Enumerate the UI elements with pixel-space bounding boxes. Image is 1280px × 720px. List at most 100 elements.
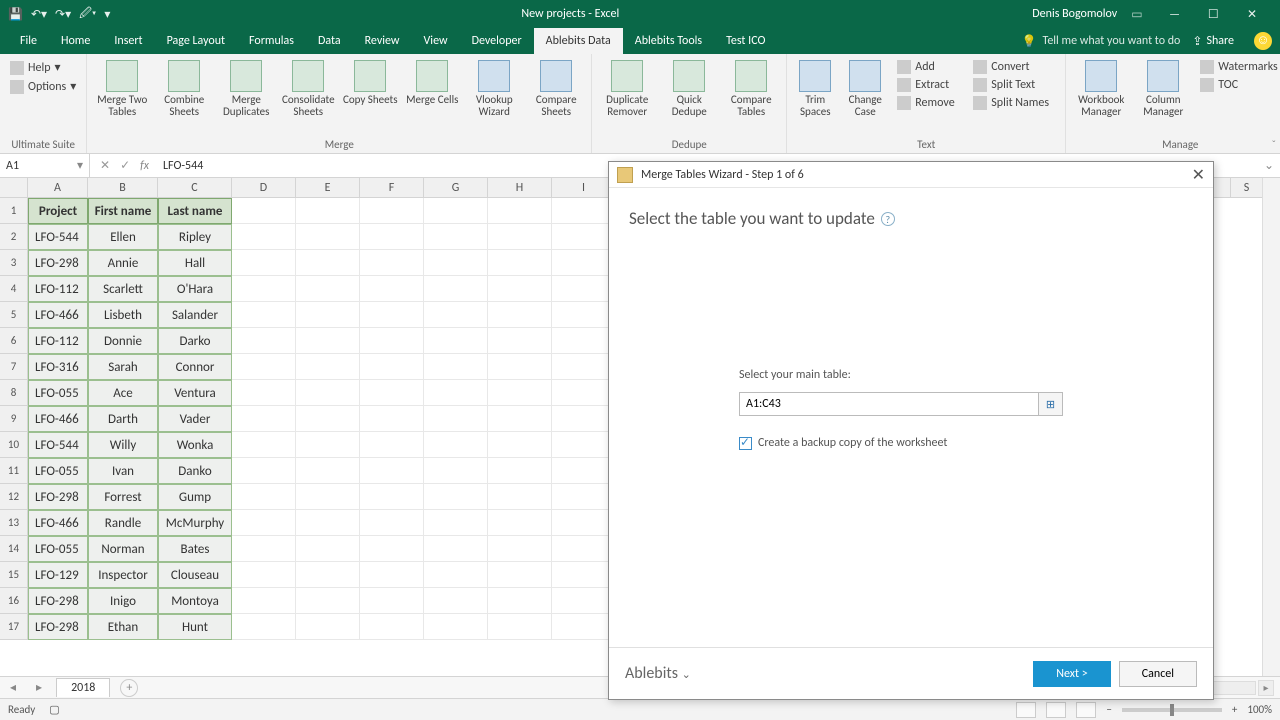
maximize-button[interactable]: ☐	[1195, 7, 1231, 22]
cell[interactable]	[424, 432, 488, 458]
convert-button[interactable]: Convert	[973, 60, 1055, 74]
cell[interactable]	[424, 224, 488, 250]
expand-formula-icon[interactable]: ⌄	[1258, 158, 1280, 173]
row-header[interactable]: 12	[0, 484, 28, 510]
cell[interactable]: Montoya	[158, 588, 232, 614]
cell[interactable]	[296, 250, 360, 276]
row-header[interactable]: 14	[0, 536, 28, 562]
cell[interactable]	[424, 276, 488, 302]
cell[interactable]	[552, 250, 616, 276]
cell[interactable]: O'Hara	[158, 276, 232, 302]
cell[interactable]	[360, 458, 424, 484]
cell[interactable]: LFO-544	[28, 224, 88, 250]
cell[interactable]	[296, 302, 360, 328]
cell[interactable]	[296, 588, 360, 614]
cell[interactable]	[360, 588, 424, 614]
row-header[interactable]: 17	[0, 614, 28, 640]
cell[interactable]: Hall	[158, 250, 232, 276]
cell[interactable]	[232, 224, 296, 250]
combine-sheets-button[interactable]: Combine Sheets	[155, 58, 213, 136]
name-box[interactable]: A1▾	[0, 154, 90, 178]
workbook-manager-button[interactable]: Workbook Manager	[1072, 58, 1130, 136]
cell[interactable]: Darth	[88, 406, 158, 432]
cell[interactable]	[296, 614, 360, 640]
backup-checkbox[interactable]	[739, 437, 752, 450]
merge-cells-button[interactable]: Merge Cells	[403, 58, 461, 136]
cell[interactable]: Wonka	[158, 432, 232, 458]
cell[interactable]	[360, 406, 424, 432]
cell[interactable]	[232, 198, 296, 224]
cell[interactable]	[360, 302, 424, 328]
quick-dedupe-button[interactable]: Quick Dedupe	[660, 58, 718, 136]
cell[interactable]	[296, 328, 360, 354]
toc-button[interactable]: TOC	[1200, 78, 1280, 92]
cell[interactable]	[488, 354, 552, 380]
col-header[interactable]: I	[552, 178, 616, 197]
cell[interactable]	[424, 328, 488, 354]
cell[interactable]: Randle	[88, 510, 158, 536]
cell[interactable]	[552, 588, 616, 614]
zoom-out-button[interactable]: −	[1106, 703, 1111, 716]
row-header[interactable]: 7	[0, 354, 28, 380]
cell[interactable]	[360, 224, 424, 250]
cell[interactable]: Vader	[158, 406, 232, 432]
normal-view-button[interactable]	[1016, 702, 1036, 718]
split-text-button[interactable]: Split Text	[973, 78, 1055, 92]
cell[interactable]	[296, 432, 360, 458]
cell[interactable]	[360, 432, 424, 458]
cell[interactable]: Sarah	[88, 354, 158, 380]
cell[interactable]	[552, 614, 616, 640]
cell[interactable]: McMurphy	[158, 510, 232, 536]
cell[interactable]	[232, 484, 296, 510]
minimize-button[interactable]: —	[1157, 8, 1193, 22]
row-header[interactable]: 3	[0, 250, 28, 276]
tab-formulas[interactable]: Formulas	[237, 28, 306, 54]
cell[interactable]	[424, 614, 488, 640]
cell[interactable]	[296, 354, 360, 380]
cell[interactable]	[232, 354, 296, 380]
cell[interactable]	[552, 380, 616, 406]
cell[interactable]	[232, 536, 296, 562]
cell[interactable]: Ethan	[88, 614, 158, 640]
copy-sheets-button[interactable]: Copy Sheets	[341, 58, 399, 136]
cell[interactable]: LFO-466	[28, 406, 88, 432]
cell[interactable]	[296, 510, 360, 536]
cell[interactable]: Norman	[88, 536, 158, 562]
row-header[interactable]: 1	[0, 198, 28, 224]
tab-file[interactable]: File	[8, 28, 49, 54]
cell[interactable]	[552, 276, 616, 302]
cell[interactable]: Ventura	[158, 380, 232, 406]
page-break-view-button[interactable]	[1076, 702, 1096, 718]
next-button[interactable]: Next >	[1033, 661, 1110, 687]
col-header[interactable]: H	[488, 178, 552, 197]
compare-sheets-button[interactable]: Compare Sheets	[527, 58, 585, 136]
trim-spaces-button[interactable]: Trim Spaces	[793, 58, 837, 136]
cell[interactable]	[552, 302, 616, 328]
cell[interactable]	[488, 276, 552, 302]
cell[interactable]: Last name	[158, 198, 232, 224]
row-header[interactable]: 10	[0, 432, 28, 458]
cell[interactable]	[360, 250, 424, 276]
col-header[interactable]: G	[424, 178, 488, 197]
merge-two-tables-button[interactable]: Merge Two Tables	[93, 58, 151, 136]
tab-test-ico[interactable]: Test ICO	[714, 28, 777, 54]
row-header[interactable]: 8	[0, 380, 28, 406]
cell[interactable]: Annie	[88, 250, 158, 276]
cell[interactable]	[488, 250, 552, 276]
undo-icon[interactable]: ↶▾	[31, 7, 47, 22]
cell[interactable]: Hunt	[158, 614, 232, 640]
cell[interactable]: Forrest	[88, 484, 158, 510]
cell[interactable]	[424, 380, 488, 406]
remove-text-button[interactable]: Remove	[897, 96, 961, 110]
cell[interactable]	[296, 406, 360, 432]
cell[interactable]	[552, 562, 616, 588]
zoom-slider[interactable]	[1122, 708, 1222, 712]
col-header[interactable]: F	[360, 178, 424, 197]
row-header[interactable]: 9	[0, 406, 28, 432]
cell[interactable]: LFO-112	[28, 276, 88, 302]
cell[interactable]: Ellen	[88, 224, 158, 250]
cell[interactable]	[488, 588, 552, 614]
cell[interactable]	[488, 510, 552, 536]
col-header[interactable]: B	[88, 178, 158, 197]
row-header[interactable]: 4	[0, 276, 28, 302]
